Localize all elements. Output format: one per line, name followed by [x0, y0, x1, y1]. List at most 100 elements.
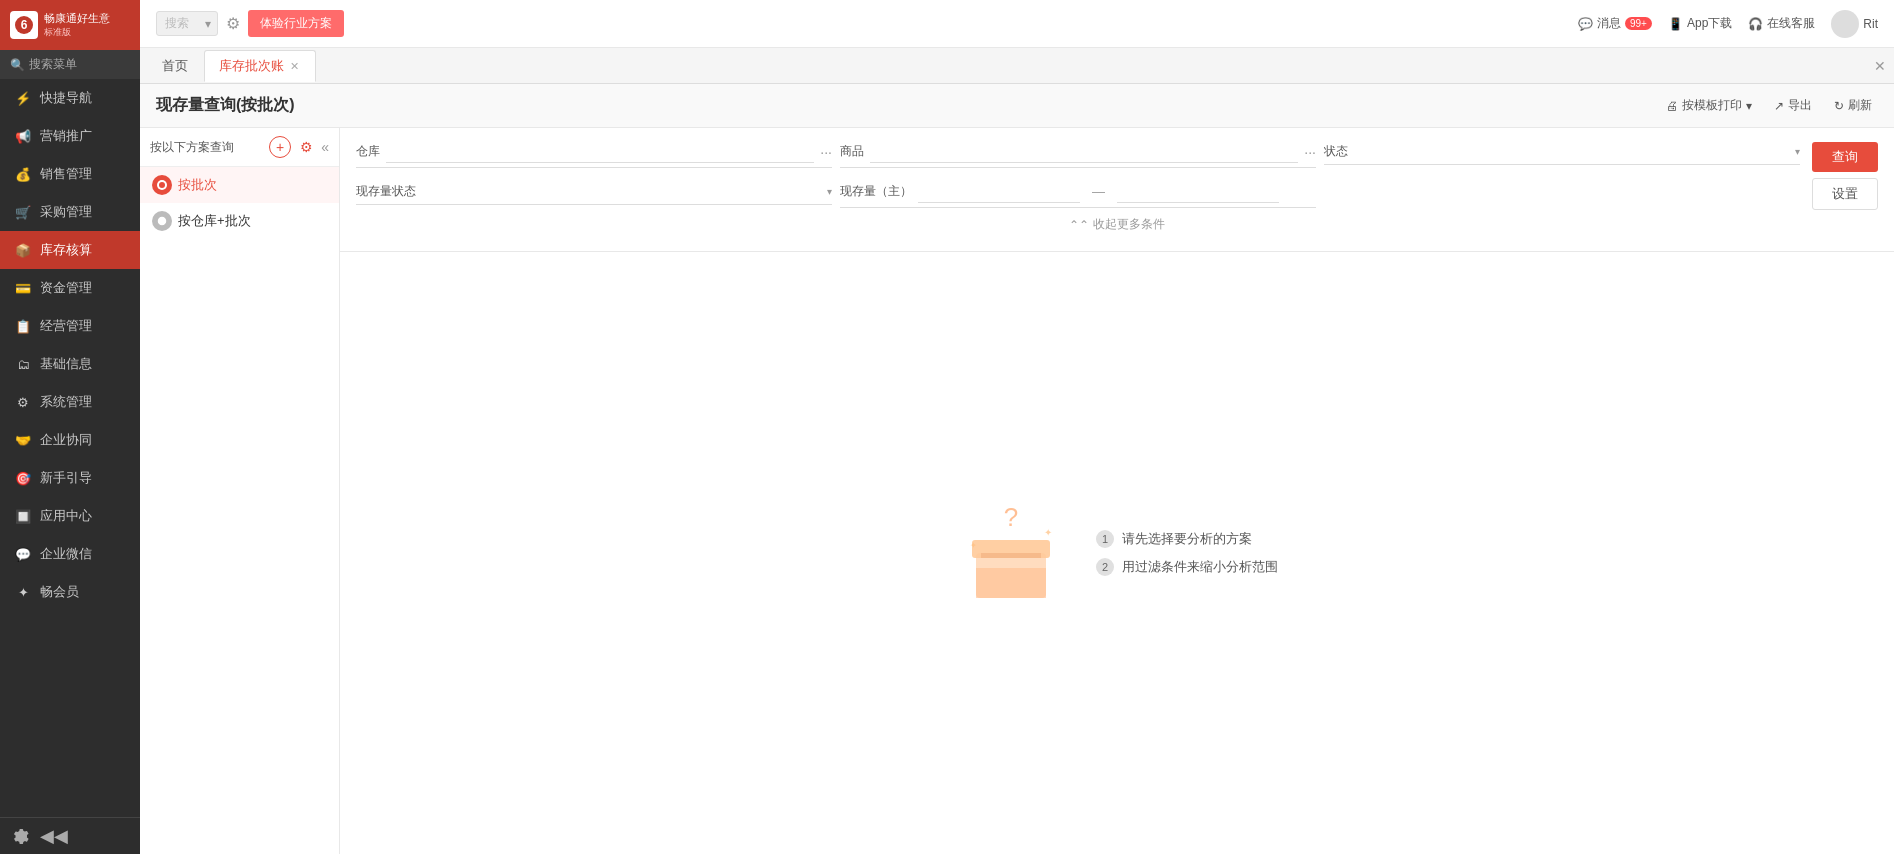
export-icon: ↗ — [1774, 99, 1784, 113]
experience-btn[interactable]: 体验行业方案 — [248, 10, 344, 37]
warehouse-input[interactable] — [386, 140, 814, 163]
settings-button[interactable] — [10, 824, 34, 848]
tab-home[interactable]: 首页 — [148, 51, 202, 81]
scheme-settings-btn[interactable]: ⚙ — [295, 136, 317, 158]
product-dots[interactable]: ··· — [1304, 144, 1316, 160]
qty-dash: — — [1086, 184, 1111, 199]
messages-btn[interactable]: 💬 消息 99+ — [1578, 15, 1652, 32]
product-label: 商品 — [840, 143, 864, 160]
scheme-by-batch-label: 按批次 — [178, 176, 217, 194]
warehouse-filter: 仓库 ··· — [356, 140, 832, 168]
tip-num-1: 1 — [1096, 530, 1114, 548]
system-icon: ⚙ — [14, 393, 32, 411]
operation-icon: 📋 — [14, 317, 32, 335]
tab-home-label: 首页 — [162, 57, 188, 75]
close-all-tabs-btn[interactable]: ✕ — [1874, 58, 1886, 74]
export-btn-label: 导出 — [1788, 97, 1812, 114]
scheme-inactive-icon — [152, 211, 172, 231]
left-panel: 按以下方案查询 + ⚙ « — [140, 128, 340, 854]
svg-rect-8 — [981, 553, 1041, 558]
tab-close-icon[interactable]: ✕ — [288, 59, 301, 74]
export-btn[interactable]: ↗ 导出 — [1768, 94, 1818, 117]
gear-icon: ⚙ — [300, 139, 313, 155]
right-panel: 仓库 ··· 商品 ··· — [340, 128, 1894, 854]
collapse-more-btn[interactable]: ⌃⌃ 收起更多条件 — [356, 210, 1878, 239]
filter-action-buttons: 查询 设置 — [1812, 140, 1878, 210]
sidebar-item-member[interactable]: ✦ 畅会员 — [0, 573, 140, 611]
print-icon: 🖨 — [1666, 99, 1678, 113]
left-panel-title: 按以下方案查询 — [150, 139, 234, 156]
warehouse-dots[interactable]: ··· — [820, 144, 832, 160]
print-dropdown-icon: ▾ — [1746, 99, 1752, 113]
inventory-status-dropdown[interactable]: ▾ — [422, 186, 832, 197]
scheme-by-batch[interactable]: 按批次 — [140, 167, 339, 203]
sidebar-item-apps[interactable]: 🔲 应用中心 — [0, 497, 140, 535]
user-name: Rit — [1863, 17, 1878, 31]
sales-icon: 💰 — [14, 165, 32, 183]
svg-text:✦: ✦ — [970, 541, 977, 550]
wechat-icon: 💬 — [14, 545, 32, 563]
settings-gear-btn[interactable]: ⚙ — [226, 14, 240, 33]
online-service-btn[interactable]: 🎧 在线客服 — [1748, 15, 1815, 32]
tab-batch-account[interactable]: 库存批次账 ✕ — [204, 50, 316, 82]
sidebar-item-purchase[interactable]: 🛒 采购管理 — [0, 193, 140, 231]
sidebar-item-label: 营销推广 — [40, 127, 92, 145]
topbar-left: 搜索 ▾ ⚙ 体验行业方案 — [156, 10, 1568, 37]
sidebar-item-label: 应用中心 — [40, 507, 92, 525]
inventory-status-arrow-icon: ▾ — [827, 186, 832, 197]
add-scheme-btn[interactable]: + — [269, 136, 291, 158]
scheme-active-icon — [152, 175, 172, 195]
app-download-btn[interactable]: 📱 App下载 — [1668, 15, 1732, 32]
tip-2: 2 用过滤条件来缩小分析范围 — [1096, 558, 1278, 576]
sidebar-item-wechat[interactable]: 💬 企业微信 — [0, 535, 140, 573]
search-icon: 🔍 — [10, 58, 25, 72]
company-name: 畅康通好生意 — [44, 11, 110, 25]
page-content: 现存量查询(按批次) 🖨 按模板打印 ▾ ↗ 导出 ↻ 刷新 — [140, 84, 1894, 854]
search-menu[interactable]: 🔍 搜索菜单 — [0, 50, 140, 79]
empty-svg: ? ✦ ✦ — [956, 498, 1066, 608]
sidebar-item-sales[interactable]: 💰 销售管理 — [0, 155, 140, 193]
inventory-qty-min[interactable] — [918, 180, 1080, 203]
svg-point-4 — [157, 216, 167, 226]
sidebar-item-label: 新手引导 — [40, 469, 92, 487]
tip-2-text: 用过滤条件来缩小分析范围 — [1122, 558, 1278, 576]
refresh-btn-label: 刷新 — [1848, 97, 1872, 114]
scheme-by-warehouse-batch-label: 按仓库+批次 — [178, 212, 251, 230]
sidebar-item-operation[interactable]: 📋 经营管理 — [0, 307, 140, 345]
sidebar-item-quick-nav[interactable]: ⚡ 快捷导航 — [0, 79, 140, 117]
inventory-qty-max[interactable] — [1117, 180, 1279, 203]
version-badge: 标准版 — [44, 26, 110, 39]
status-filter: 状态 ▾ — [1324, 143, 1800, 165]
product-input[interactable] — [870, 140, 1298, 163]
svg-rect-6 — [976, 568, 1046, 598]
collapse-sidebar-button[interactable]: ◀◀ — [42, 824, 66, 848]
main-content: 搜索 ▾ ⚙ 体验行业方案 💬 消息 99+ 📱 App下载 🎧 在线客服 — [140, 0, 1894, 854]
query-btn[interactable]: 查询 — [1812, 142, 1878, 172]
inventory-qty-filter: 现存量（主） — — [840, 180, 1316, 208]
finance-icon: 💳 — [14, 279, 32, 297]
print-btn[interactable]: 🖨 按模板打印 ▾ — [1660, 94, 1758, 117]
sidebar-item-inventory[interactable]: 📦 库存核算 — [0, 231, 140, 269]
inventory-qty-label: 现存量（主） — [840, 183, 912, 200]
search-menu-label: 搜索菜单 — [29, 56, 77, 73]
filter-settings-btn[interactable]: 设置 — [1812, 178, 1878, 210]
sidebar-item-system[interactable]: ⚙ 系统管理 — [0, 383, 140, 421]
sidebar-item-enterprise[interactable]: 🤝 企业协同 — [0, 421, 140, 459]
sidebar-item-marketing[interactable]: 📢 营销推广 — [0, 117, 140, 155]
warehouse-label: 仓库 — [356, 143, 380, 160]
search-box[interactable]: 搜索 ▾ — [156, 11, 218, 36]
sidebar-item-newbie[interactable]: 🎯 新手引导 — [0, 459, 140, 497]
sidebar-item-basic[interactable]: 🗂 基础信息 — [0, 345, 140, 383]
sidebar-item-label: 畅会员 — [40, 583, 79, 601]
user-avatar — [1831, 10, 1859, 38]
sidebar-item-label: 快捷导航 — [40, 89, 92, 107]
refresh-btn[interactable]: ↻ 刷新 — [1828, 94, 1878, 117]
collapse-panel-btn[interactable]: « — [321, 139, 329, 155]
inventory-status-filter: 现存量状态 ▾ — [356, 183, 832, 205]
status-dropdown[interactable]: ▾ — [1354, 146, 1800, 157]
scheme-by-warehouse-batch[interactable]: 按仓库+批次 — [140, 203, 339, 239]
sidebar-item-finance[interactable]: 💳 资金管理 — [0, 269, 140, 307]
sidebar-item-label: 企业微信 — [40, 545, 92, 563]
left-panel-actions: + ⚙ « — [269, 136, 329, 158]
user-profile-btn[interactable]: Rit — [1831, 10, 1878, 38]
